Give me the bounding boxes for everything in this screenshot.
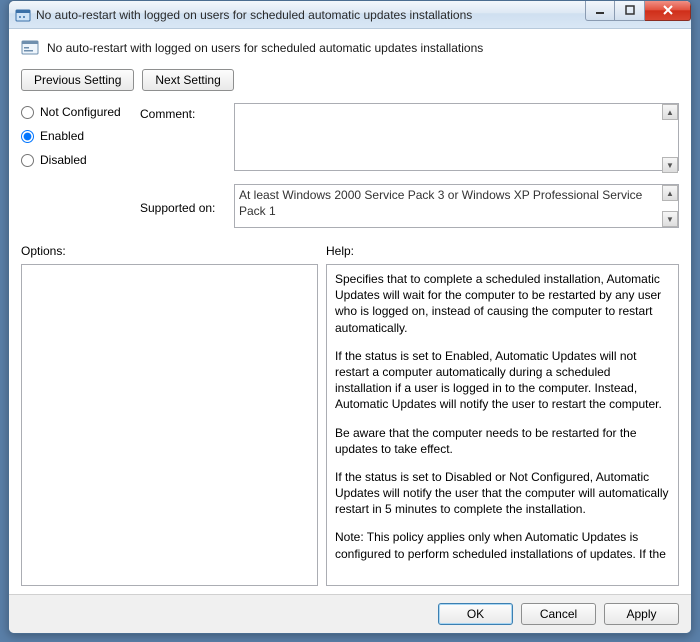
radio-enabled[interactable]: Enabled bbox=[21, 129, 136, 143]
scroll-down-icon[interactable]: ▼ bbox=[662, 211, 678, 227]
help-paragraph: Be aware that the computer needs to be r… bbox=[335, 425, 670, 457]
ok-button[interactable]: OK bbox=[438, 603, 513, 625]
help-panel: Specifies that to complete a scheduled i… bbox=[326, 264, 679, 586]
radio-not-configured-label: Not Configured bbox=[40, 105, 121, 119]
apply-button[interactable]: Apply bbox=[604, 603, 679, 625]
state-radio-group: Not Configured Enabled Disabled bbox=[21, 103, 136, 167]
help-paragraph: Specifies that to complete a scheduled i… bbox=[335, 271, 670, 336]
radio-not-configured-input[interactable] bbox=[21, 106, 34, 119]
radio-enabled-label: Enabled bbox=[40, 129, 84, 143]
maximize-button[interactable] bbox=[615, 1, 645, 21]
previous-setting-button[interactable]: Previous Setting bbox=[21, 69, 134, 91]
dialog-content: No auto-restart with logged on users for… bbox=[9, 29, 691, 594]
help-paragraph: Note: This policy applies only when Auto… bbox=[335, 529, 670, 561]
radio-disabled[interactable]: Disabled bbox=[21, 153, 136, 167]
scroll-down-icon[interactable]: ▼ bbox=[662, 157, 678, 173]
radio-not-configured[interactable]: Not Configured bbox=[21, 105, 136, 119]
scroll-up-icon[interactable]: ▲ bbox=[662, 185, 678, 201]
window-title: No auto-restart with logged on users for… bbox=[36, 8, 585, 22]
lower-panels: Specifies that to complete a scheduled i… bbox=[21, 264, 679, 586]
dialog-window: No auto-restart with logged on users for… bbox=[8, 0, 692, 634]
dialog-footer: OK Cancel Apply bbox=[9, 594, 691, 633]
help-paragraph: If the status is set to Enabled, Automat… bbox=[335, 348, 670, 413]
policy-title: No auto-restart with logged on users for… bbox=[47, 41, 483, 55]
options-panel bbox=[21, 264, 318, 586]
comment-label: Comment: bbox=[140, 103, 230, 121]
supported-label: Supported on: bbox=[140, 197, 230, 215]
next-setting-button[interactable]: Next Setting bbox=[142, 69, 233, 91]
policy-header: No auto-restart with logged on users for… bbox=[21, 39, 679, 61]
comment-textarea[interactable] bbox=[234, 103, 679, 171]
cancel-button[interactable]: Cancel bbox=[521, 603, 596, 625]
window-controls bbox=[585, 1, 691, 21]
titlebar: No auto-restart with logged on users for… bbox=[9, 1, 691, 29]
help-label: Help: bbox=[326, 244, 354, 258]
supported-field-wrap: At least Windows 2000 Service Pack 3 or … bbox=[234, 184, 679, 228]
radio-disabled-input[interactable] bbox=[21, 154, 34, 167]
comment-field-wrap: ▲ ▼ bbox=[234, 103, 679, 174]
policy-setting-icon bbox=[21, 39, 39, 57]
radio-disabled-label: Disabled bbox=[40, 153, 87, 167]
radio-enabled-input[interactable] bbox=[21, 130, 34, 143]
lower-labels-row: Options: Help: bbox=[21, 244, 679, 258]
policy-app-icon bbox=[15, 7, 31, 23]
close-button[interactable] bbox=[645, 1, 691, 21]
nav-buttons: Previous Setting Next Setting bbox=[21, 69, 679, 91]
supported-on-text: At least Windows 2000 Service Pack 3 or … bbox=[234, 184, 679, 228]
minimize-button[interactable] bbox=[585, 1, 615, 21]
help-paragraph: If the status is set to Disabled or Not … bbox=[335, 469, 670, 518]
upper-settings-grid: Not Configured Enabled Disabled Comment:… bbox=[21, 103, 679, 228]
options-label: Options: bbox=[21, 244, 326, 258]
scroll-up-icon[interactable]: ▲ bbox=[662, 104, 678, 120]
